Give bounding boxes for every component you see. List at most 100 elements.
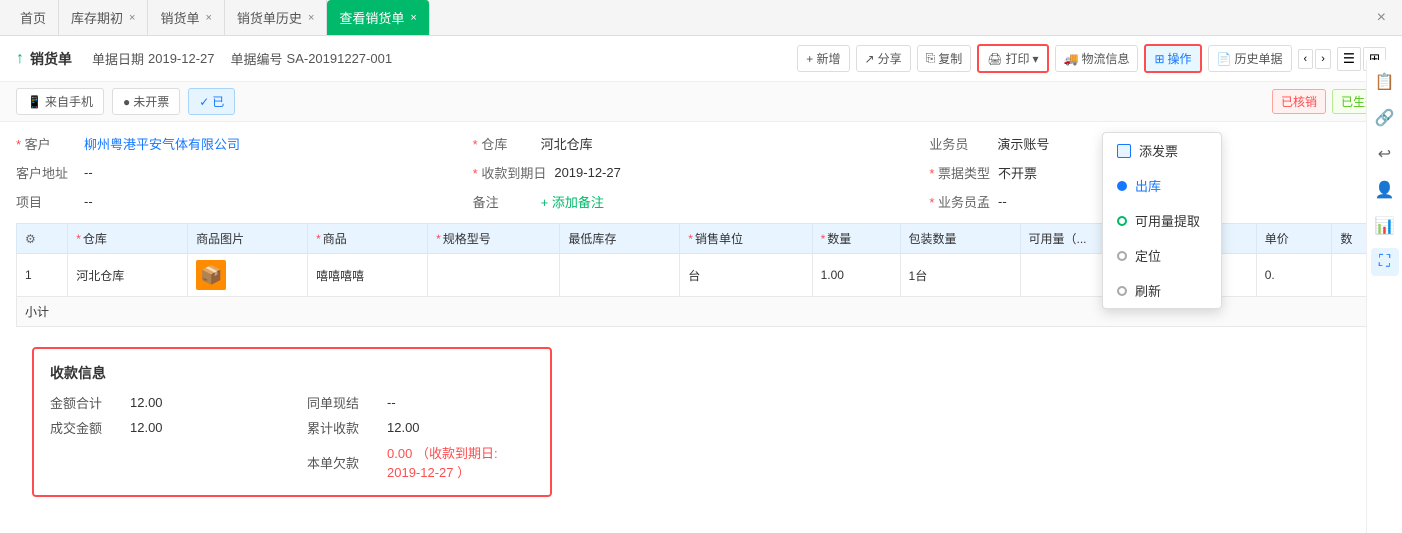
tab-sales-close[interactable]: × — [205, 12, 211, 24]
payment-date-value: 2019-12-27 — [554, 165, 621, 180]
col-settings[interactable]: ⚙ — [17, 224, 68, 254]
row-product: 嘻嘻嘻嘻 — [308, 254, 428, 297]
tab-sales-history[interactable]: 销货单历史 × — [225, 0, 327, 35]
sidebar-icon-5[interactable]: 📊 — [1371, 212, 1399, 240]
sidebar-icon-3[interactable]: ↩ — [1371, 140, 1399, 168]
nav-arrows: ‹ › — [1298, 49, 1331, 69]
prev-arrow[interactable]: ‹ — [1298, 49, 1314, 69]
tab-history-label: 销货单历史 — [237, 8, 302, 27]
ticket-label: 票据类型 — [929, 163, 990, 182]
summary-wrapper: 收款信息 金额合计 12.00 同单现结 -- 成交金额 12.00 累计收款 … — [16, 337, 568, 507]
doc-date-label: 单据日期 — [92, 49, 144, 68]
list-view-icon[interactable]: ☰ — [1337, 47, 1361, 71]
sidebar-icon-1[interactable]: 📋 — [1371, 68, 1399, 96]
same-order-value: -- — [387, 395, 396, 410]
staff-label: 业务员 — [929, 134, 989, 153]
col-spec: *规格型号 — [428, 224, 560, 254]
tab-sales-order[interactable]: 销货单 × — [148, 0, 224, 35]
sales-staff-label: 业务员孟 — [929, 192, 990, 211]
this-owe-row: 本单欠款 0.00 （收款到期日: 2019-12-27 ） — [307, 443, 534, 481]
address-row: 客户地址 -- — [16, 163, 473, 182]
tab-sales-label: 销货单 — [160, 8, 199, 27]
col-sales-unit: *销售单位 — [680, 224, 812, 254]
history-button[interactable]: 📄 历史单据 — [1208, 45, 1292, 72]
deal-amount-label: 成交金额 — [50, 418, 122, 437]
summary-grid: 金额合计 12.00 同单现结 -- 成交金额 12.00 累计收款 12.00 — [50, 393, 534, 481]
row-img: 📦 — [188, 254, 308, 297]
logistics-button[interactable]: 🚚 物流信息 — [1055, 45, 1139, 72]
doc-date-item: 单据日期 2019-12-27 — [92, 49, 215, 68]
sales-staff-value: -- — [998, 194, 1007, 209]
right-sidebar: 📋 🔗 ↩ 👤 📊 ⛶ — [1366, 60, 1402, 533]
col-min-stock: 最低库存 — [560, 224, 680, 254]
tab-home[interactable]: 首页 — [8, 0, 59, 35]
address-value: -- — [84, 165, 93, 180]
check-button[interactable]: ✓ 已 — [188, 88, 235, 115]
logistics-icon: 🚚 — [1064, 52, 1079, 66]
operations-button[interactable]: ⊞ 操作 — [1144, 44, 1201, 73]
outbound-icon — [1117, 181, 1127, 191]
doc-meta: 单据日期 2019-12-27 单据编号 SA-20191227-001 — [92, 49, 797, 68]
menu-item-invoice[interactable]: 添发票 — [1103, 133, 1221, 168]
same-order-label: 同单现结 — [307, 393, 379, 412]
operations-icon: ⊞ — [1154, 52, 1164, 66]
doc-no-value: SA-20191227-001 — [287, 51, 393, 66]
project-label: 项目 — [16, 192, 76, 211]
deal-amount-row: 成交金额 12.00 — [50, 418, 277, 437]
menu-item-refresh[interactable]: 刷新 — [1103, 273, 1221, 308]
ticket-icon: ● — [123, 95, 130, 109]
share-button[interactable]: ↗ 分享 — [856, 45, 911, 72]
sidebar-icon-6[interactable]: ⛶ — [1371, 248, 1399, 276]
product-image: 📦 — [196, 260, 226, 290]
doc-date-value: 2019-12-27 — [148, 51, 215, 66]
tab-view-sales[interactable]: 查看销货单 × — [327, 0, 429, 35]
due-date-value: 2019-12-27 — [387, 465, 454, 480]
locate-icon — [1117, 251, 1127, 261]
print-dropdown-arrow: ▾ — [1032, 52, 1038, 66]
tab-inventory-close[interactable]: × — [129, 12, 135, 24]
plus-icon: + — [541, 195, 549, 210]
share-icon: ↗ — [865, 52, 875, 66]
menu-item-outbound[interactable]: 出库 — [1103, 168, 1221, 203]
copy-button[interactable]: ⎘ 复制 — [917, 45, 972, 72]
menu-item-extract[interactable]: 可用量提取 — [1103, 203, 1221, 238]
ticket-value: 不开票 — [998, 163, 1037, 182]
print-button[interactable]: 🖨 打印 ▾ — [977, 44, 1048, 73]
cumulative-value: 12.00 — [387, 420, 420, 435]
row-min-stock — [560, 254, 680, 297]
tab-inventory-init[interactable]: 库存期初 × — [59, 0, 148, 35]
doc-no-label: 单据编号 — [231, 49, 283, 68]
doc-actions: + 新增 ↗ 分享 ⎘ 复制 🖨 打印 ▾ 🚚 物流信息 ⊞ — [797, 44, 1386, 73]
toolbar-row: 📱 来自手机 ● 未开票 ✓ 已 已核销 已生效 — [0, 82, 1402, 122]
sidebar-icon-4[interactable]: 👤 — [1371, 176, 1399, 204]
warehouse-value: 河北仓库 — [541, 134, 593, 153]
tab-history-close[interactable]: × — [308, 12, 314, 24]
doc-title-section: ↑ 销货单 — [16, 49, 72, 69]
customer-value[interactable]: 柳州粤港平安气体有限公司 — [84, 134, 240, 153]
settings-icon[interactable]: ⚙ — [25, 232, 36, 246]
project-value: -- — [84, 194, 93, 209]
this-owe-value: 0.00 （收款到期日: 2019-12-27 ） — [387, 443, 534, 481]
row-no: 1 — [17, 254, 68, 297]
cumulative-label: 累计收款 — [307, 418, 379, 437]
row-spec — [428, 254, 560, 297]
next-arrow[interactable]: › — [1315, 49, 1331, 69]
sidebar-icon-2[interactable]: 🔗 — [1371, 104, 1399, 132]
global-close-button[interactable]: × — [1369, 5, 1394, 31]
note-add[interactable]: + 添加备注 — [541, 192, 604, 211]
doc-no-item: 单据编号 SA-20191227-001 — [231, 49, 393, 68]
deal-amount-value: 12.00 — [130, 420, 163, 435]
from-phone-button[interactable]: 📱 来自手机 — [16, 88, 104, 115]
col-product: *商品 — [308, 224, 428, 254]
tab-view-close[interactable]: × — [410, 12, 416, 24]
project-row: 项目 -- — [16, 192, 473, 211]
not-opened-button[interactable]: ● 未开票 — [112, 88, 180, 115]
warehouse-label: 仓库 — [473, 134, 533, 153]
address-label: 客户地址 — [16, 163, 76, 182]
new-button[interactable]: + 新增 — [797, 45, 849, 72]
row-price: 0. — [1256, 254, 1332, 297]
col-price: 单价 — [1256, 224, 1332, 254]
amount-row: 金额合计 12.00 — [50, 393, 277, 412]
tab-view-label: 查看销货单 — [339, 8, 404, 27]
menu-item-locate[interactable]: 定位 — [1103, 238, 1221, 273]
